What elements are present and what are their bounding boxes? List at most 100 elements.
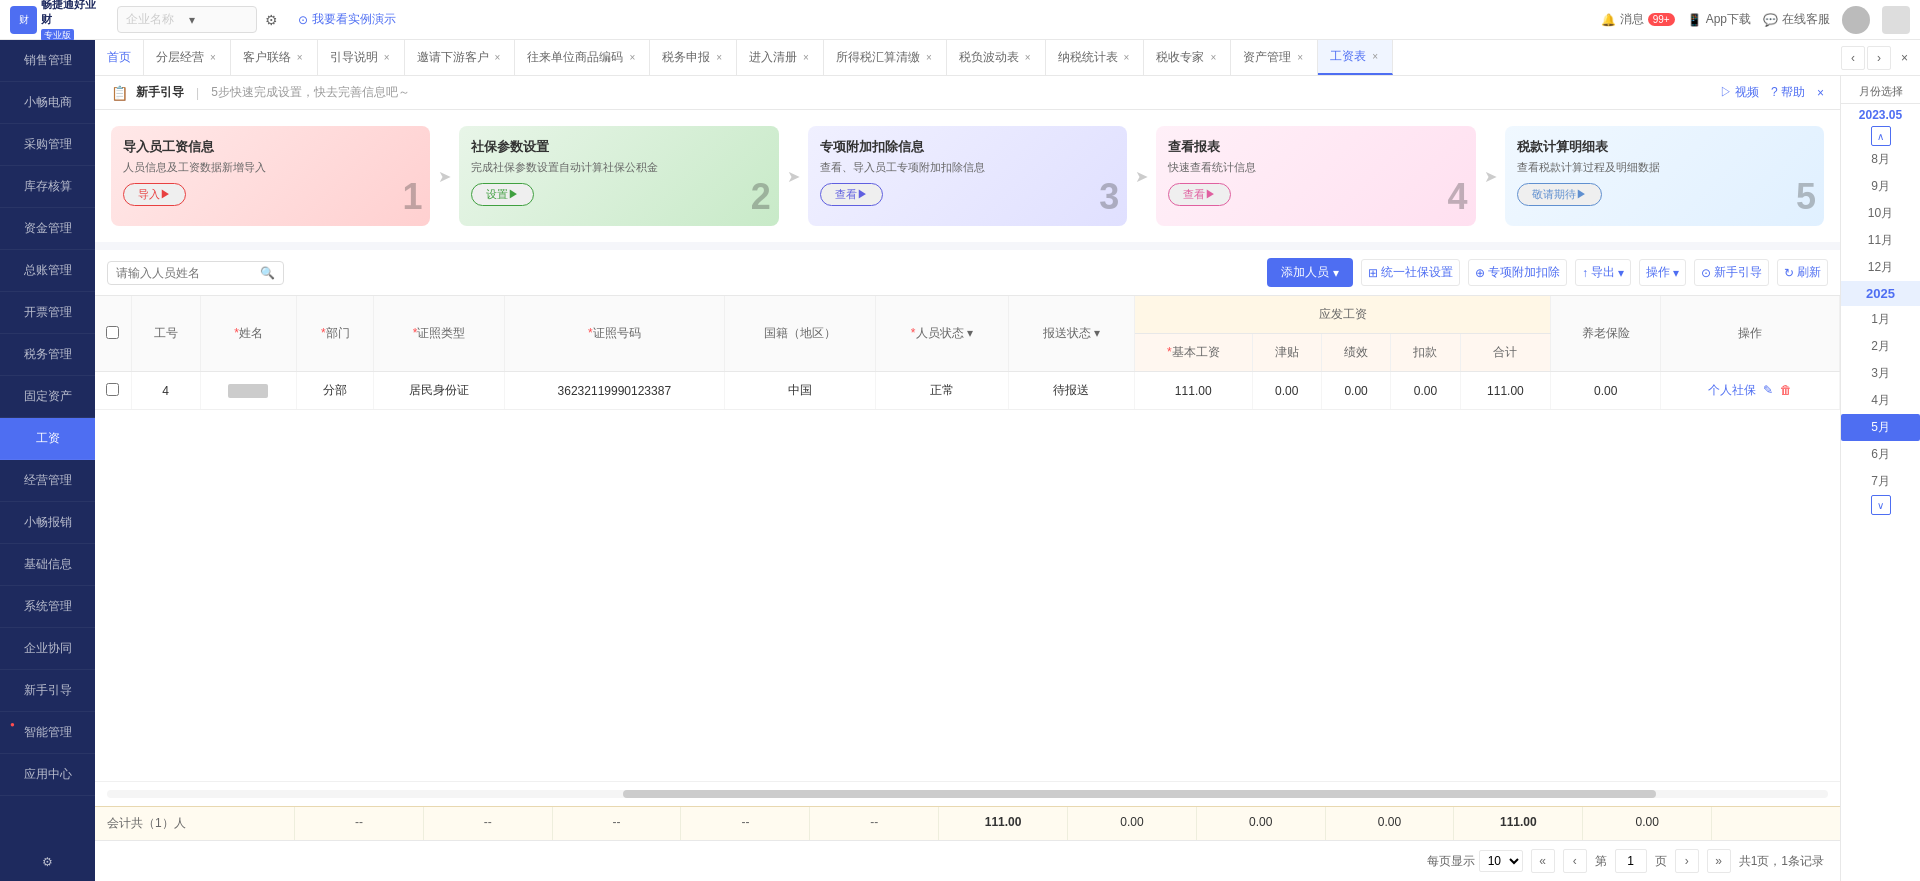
special-deduction-button[interactable]: ⊕ 专项附加扣除 (1468, 259, 1567, 286)
tab-tax-stats[interactable]: 纳税统计表 × (1046, 40, 1145, 75)
notice-button[interactable]: 🔔 消息 99+ (1601, 11, 1675, 28)
tab-close-payroll[interactable]: × (1370, 49, 1380, 64)
first-page-button[interactable]: « (1531, 849, 1555, 873)
step-4-button[interactable]: 查看▶ (1168, 183, 1231, 206)
sidebar-settings-button[interactable]: ⚙ (0, 843, 95, 881)
tab-close-clearance[interactable]: × (801, 50, 811, 65)
newbie-guide-button[interactable]: ⊙ 新手引导 (1694, 259, 1769, 286)
tab-close-product[interactable]: × (627, 50, 637, 65)
last-page-button[interactable]: » (1707, 849, 1731, 873)
sidebar-item-collab[interactable]: 企业协同 (0, 628, 95, 670)
page-number-input[interactable] (1615, 849, 1647, 873)
tab-tax-burden[interactable]: 税负波动表 × (947, 40, 1046, 75)
edit-link[interactable]: ✎ (1763, 383, 1773, 397)
user-avatar[interactable] (1842, 6, 1870, 34)
prev-page-button[interactable]: ‹ (1563, 849, 1587, 873)
tab-prev-button[interactable]: ‹ (1841, 46, 1865, 70)
tab-close-burden[interactable]: × (1023, 50, 1033, 65)
tab-assets[interactable]: 资产管理 × (1231, 40, 1318, 75)
month-item-10[interactable]: 10月 (1841, 200, 1920, 227)
tab-tax-report[interactable]: 税务申报 × (650, 40, 737, 75)
month-down-button[interactable]: ∨ (1871, 495, 1891, 515)
row-checkbox[interactable] (106, 383, 119, 396)
social-insurance-settings-button[interactable]: ⊞ 统一社保设置 (1361, 259, 1460, 286)
tab-close-income[interactable]: × (924, 50, 934, 65)
month-item-9[interactable]: 9月 (1841, 173, 1920, 200)
month-item-1[interactable]: 1月 (1841, 306, 1920, 333)
step-3-button[interactable]: 查看▶ (820, 183, 883, 206)
tab-guide-intro[interactable]: 引导说明 × (318, 40, 405, 75)
month-item-12[interactable]: 12月 (1841, 254, 1920, 281)
month-item-2[interactable]: 2月 (1841, 333, 1920, 360)
tab-close-assets[interactable]: × (1295, 50, 1305, 65)
sidebar-item-assets[interactable]: 固定资产 (0, 376, 95, 418)
guide-close-btn[interactable]: × (1817, 86, 1824, 100)
sidebar-item-ecommerce[interactable]: 小畅电商 (0, 82, 95, 124)
tab-close-expert[interactable]: × (1208, 50, 1218, 65)
app-download-button[interactable]: 📱 App下载 (1687, 11, 1751, 28)
month-item-4[interactable]: 4月 (1841, 387, 1920, 414)
tab-product-code[interactable]: 往来单位商品编码 × (515, 40, 650, 75)
next-page-button[interactable]: › (1675, 849, 1699, 873)
delete-link[interactable]: 🗑 (1780, 383, 1792, 397)
month-item-11[interactable]: 11月 (1841, 227, 1920, 254)
tab-close-stratified[interactable]: × (208, 50, 218, 65)
add-person-button[interactable]: 添加人员 ▾ (1267, 258, 1353, 287)
user-menu-button[interactable] (1882, 6, 1910, 34)
sidebar-item-tax[interactable]: 税务管理 (0, 334, 95, 376)
step-1-button[interactable]: 导入▶ (123, 183, 186, 206)
sidebar-item-operations[interactable]: 经营管理 (0, 460, 95, 502)
search-icon[interactable]: 🔍 (260, 266, 275, 280)
refresh-button[interactable]: ↻ 刷新 (1777, 259, 1828, 286)
sidebar-item-guide[interactable]: 新手引导 (0, 670, 95, 712)
step-2-button[interactable]: 设置▶ (471, 183, 534, 206)
tab-stratified[interactable]: 分层经营 × (144, 40, 231, 75)
sidebar-item-basic[interactable]: 基础信息 (0, 544, 95, 586)
tab-close-stats[interactable]: × (1122, 50, 1132, 65)
sidebar-item-finance[interactable]: 资金管理 (0, 208, 95, 250)
sidebar-item-payroll[interactable]: 工资 (0, 418, 95, 460)
tab-close-tax[interactable]: × (714, 50, 724, 65)
demo-button[interactable]: ⊙ 我要看实例演示 (286, 7, 408, 32)
settings-button[interactable]: ⚙ (257, 8, 286, 32)
personal-insurance-link[interactable]: 个人社保 (1708, 383, 1756, 397)
sidebar-item-ai[interactable]: 智能管理 (0, 712, 95, 754)
operations-button[interactable]: 操作 ▾ (1639, 259, 1686, 286)
tab-clearance[interactable]: 进入清册 × (737, 40, 824, 75)
tab-close-customer[interactable]: × (295, 50, 305, 65)
sidebar-item-sales[interactable]: 销售管理 (0, 40, 95, 82)
horizontal-scrollbar[interactable] (107, 790, 1828, 798)
search-input[interactable] (116, 266, 256, 280)
tab-invite[interactable]: 邀请下游客户 × (405, 40, 516, 75)
sidebar-item-purchase[interactable]: 采购管理 (0, 124, 95, 166)
month-item-5[interactable]: 5月 (1841, 414, 1920, 441)
tab-close-guide[interactable]: × (382, 50, 392, 65)
page-size-select[interactable]: 10 20 50 (1479, 850, 1523, 872)
workspace-selector[interactable]: 企业名称 ▾ (117, 6, 257, 33)
month-item-3[interactable]: 3月 (1841, 360, 1920, 387)
sidebar-item-ledger[interactable]: 总账管理 (0, 250, 95, 292)
step-5-button[interactable]: 敬请期待▶ (1517, 183, 1602, 206)
tab-home[interactable]: 首页 (95, 40, 144, 75)
sidebar-item-appstore[interactable]: 应用中心 (0, 754, 95, 796)
sidebar-item-invoice[interactable]: 开票管理 (0, 292, 95, 334)
sidebar-item-expense[interactable]: 小畅报销 (0, 502, 95, 544)
guide-help-btn[interactable]: ? 帮助 (1771, 84, 1805, 101)
sidebar-item-system[interactable]: 系统管理 (0, 586, 95, 628)
online-service-button[interactable]: 💬 在线客服 (1763, 11, 1830, 28)
export-button[interactable]: ↑ 导出 ▾ (1575, 259, 1631, 286)
tab-close-all-button[interactable]: × (1893, 47, 1916, 69)
month-up-button[interactable]: ∧ (1871, 126, 1891, 146)
guide-video-btn[interactable]: ▷ 视频 (1720, 84, 1759, 101)
tab-payroll[interactable]: 工资表 × (1318, 40, 1393, 75)
tab-income-tax[interactable]: 所得税汇算清缴 × (824, 40, 947, 75)
tab-tax-expert[interactable]: 税收专家 × (1144, 40, 1231, 75)
tab-close-invite[interactable]: × (493, 50, 503, 65)
month-item-8[interactable]: 8月 (1841, 146, 1920, 173)
sidebar-item-inventory[interactable]: 库存核算 (0, 166, 95, 208)
tab-next-button[interactable]: › (1867, 46, 1891, 70)
select-all-checkbox[interactable] (106, 326, 119, 339)
month-item-7[interactable]: 7月 (1841, 468, 1920, 495)
month-item-6[interactable]: 6月 (1841, 441, 1920, 468)
tab-customer[interactable]: 客户联络 × (231, 40, 318, 75)
